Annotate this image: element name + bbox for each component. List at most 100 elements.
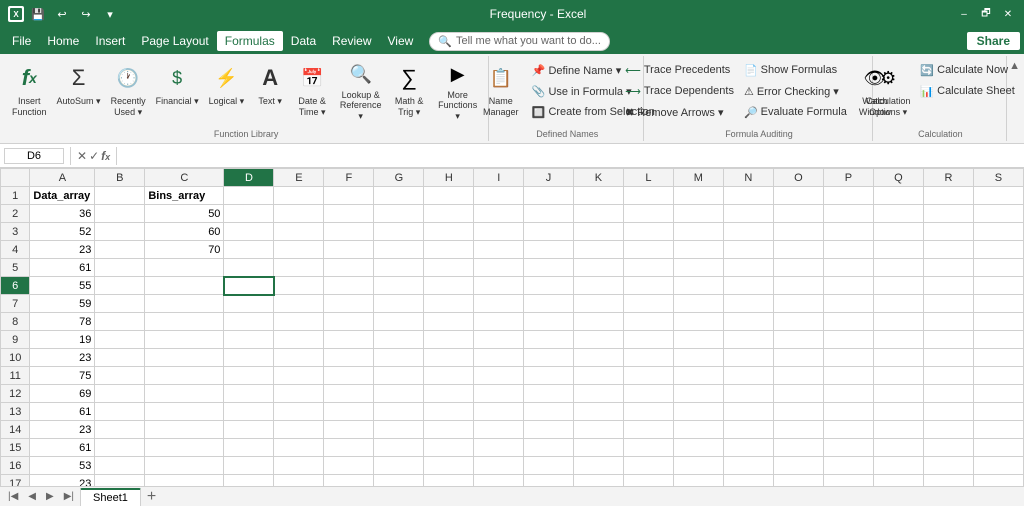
cell-M7[interactable]	[673, 295, 723, 313]
row-header-2[interactable]: 2	[1, 205, 30, 223]
cell-G1[interactable]	[374, 187, 424, 205]
cell-B12[interactable]	[95, 385, 145, 403]
cell-E14[interactable]	[274, 421, 324, 439]
row-header-4[interactable]: 4	[1, 241, 30, 259]
cell-G8[interactable]	[374, 313, 424, 331]
cell-C6[interactable]	[145, 277, 224, 295]
cell-R7[interactable]	[923, 295, 973, 313]
cell-S1[interactable]	[973, 187, 1023, 205]
row-header-1[interactable]: 1	[1, 187, 30, 205]
cell-K4[interactable]	[573, 241, 623, 259]
undo-qat-button[interactable]: ↩	[52, 4, 72, 24]
cell-L8[interactable]	[623, 313, 673, 331]
cell-B9[interactable]	[95, 331, 145, 349]
share-button[interactable]: Share	[967, 32, 1020, 50]
cell-K17[interactable]	[573, 475, 623, 487]
cell-C15[interactable]	[145, 439, 224, 457]
cell-A2[interactable]: 36	[30, 205, 95, 223]
cell-R6[interactable]	[923, 277, 973, 295]
col-header-A[interactable]: A	[30, 169, 95, 187]
menu-home[interactable]: Home	[39, 31, 87, 51]
row-header-6[interactable]: 6	[1, 277, 30, 295]
cell-H9[interactable]	[424, 331, 474, 349]
cell-G13[interactable]	[374, 403, 424, 421]
row-header-13[interactable]: 13	[1, 403, 30, 421]
cell-A11[interactable]: 75	[30, 367, 95, 385]
cell-C4[interactable]: 70	[145, 241, 224, 259]
cell-K11[interactable]	[573, 367, 623, 385]
cell-N14[interactable]	[723, 421, 773, 439]
cell-G2[interactable]	[374, 205, 424, 223]
menu-insert[interactable]: Insert	[87, 31, 133, 51]
trace-dependents-button[interactable]: ⟶ Trace Dependents	[621, 81, 738, 101]
cell-H1[interactable]	[424, 187, 474, 205]
trace-precedents-button[interactable]: ⟵ Trace Precedents	[621, 60, 738, 80]
cell-E10[interactable]	[274, 349, 324, 367]
confirm-formula-button[interactable]: ✓	[89, 149, 99, 163]
menu-data[interactable]: Data	[283, 31, 324, 51]
row-header-8[interactable]: 8	[1, 313, 30, 331]
cell-H2[interactable]	[424, 205, 474, 223]
cell-R17[interactable]	[923, 475, 973, 487]
cell-P16[interactable]	[823, 457, 873, 475]
cell-O7[interactable]	[773, 295, 823, 313]
cell-G4[interactable]	[374, 241, 424, 259]
error-checking-button[interactable]: ⚠ Error Checking ▾	[740, 81, 851, 101]
cell-I13[interactable]	[474, 403, 524, 421]
cell-F10[interactable]	[324, 349, 374, 367]
cell-S9[interactable]	[973, 331, 1023, 349]
financial-button[interactable]: $ Financial ▾	[152, 58, 203, 124]
collapse-ribbon-button[interactable]: ▲	[1009, 60, 1020, 72]
row-header-7[interactable]: 7	[1, 295, 30, 313]
cell-A10[interactable]: 23	[30, 349, 95, 367]
col-header-H[interactable]: H	[424, 169, 474, 187]
cell-E17[interactable]	[274, 475, 324, 487]
cell-E3[interactable]	[274, 223, 324, 241]
cell-A4[interactable]: 23	[30, 241, 95, 259]
cell-L13[interactable]	[623, 403, 673, 421]
cell-M3[interactable]	[673, 223, 723, 241]
cell-E4[interactable]	[274, 241, 324, 259]
cell-N7[interactable]	[723, 295, 773, 313]
cell-D7[interactable]	[224, 295, 274, 313]
text-button[interactable]: A Text ▾	[250, 58, 290, 124]
cell-L15[interactable]	[623, 439, 673, 457]
cell-H12[interactable]	[424, 385, 474, 403]
cell-R12[interactable]	[923, 385, 973, 403]
cell-Q9[interactable]	[873, 331, 923, 349]
cell-G14[interactable]	[374, 421, 424, 439]
cell-E8[interactable]	[274, 313, 324, 331]
minimize-button[interactable]: –	[956, 6, 972, 22]
cell-H14[interactable]	[424, 421, 474, 439]
cell-B3[interactable]	[95, 223, 145, 241]
cell-Q17[interactable]	[873, 475, 923, 487]
cell-K10[interactable]	[573, 349, 623, 367]
cell-I10[interactable]	[474, 349, 524, 367]
cell-N9[interactable]	[723, 331, 773, 349]
cell-P5[interactable]	[823, 259, 873, 277]
cell-P13[interactable]	[823, 403, 873, 421]
cell-A14[interactable]: 23	[30, 421, 95, 439]
cell-Q11[interactable]	[873, 367, 923, 385]
cell-S12[interactable]	[973, 385, 1023, 403]
cell-F12[interactable]	[324, 385, 374, 403]
cell-D5[interactable]	[224, 259, 274, 277]
cell-H15[interactable]	[424, 439, 474, 457]
menu-formulas[interactable]: Formulas	[217, 31, 283, 51]
cell-P17[interactable]	[823, 475, 873, 487]
cell-S5[interactable]	[973, 259, 1023, 277]
cell-D13[interactable]	[224, 403, 274, 421]
cell-B8[interactable]	[95, 313, 145, 331]
cell-M13[interactable]	[673, 403, 723, 421]
cell-H16[interactable]	[424, 457, 474, 475]
cell-J12[interactable]	[524, 385, 574, 403]
cell-R13[interactable]	[923, 403, 973, 421]
autosum-button[interactable]: Σ AutoSum ▾	[53, 58, 105, 124]
cell-P15[interactable]	[823, 439, 873, 457]
cell-S7[interactable]	[973, 295, 1023, 313]
cell-J2[interactable]	[524, 205, 574, 223]
cell-D17[interactable]	[224, 475, 274, 487]
cell-L3[interactable]	[623, 223, 673, 241]
cell-P10[interactable]	[823, 349, 873, 367]
cell-J5[interactable]	[524, 259, 574, 277]
